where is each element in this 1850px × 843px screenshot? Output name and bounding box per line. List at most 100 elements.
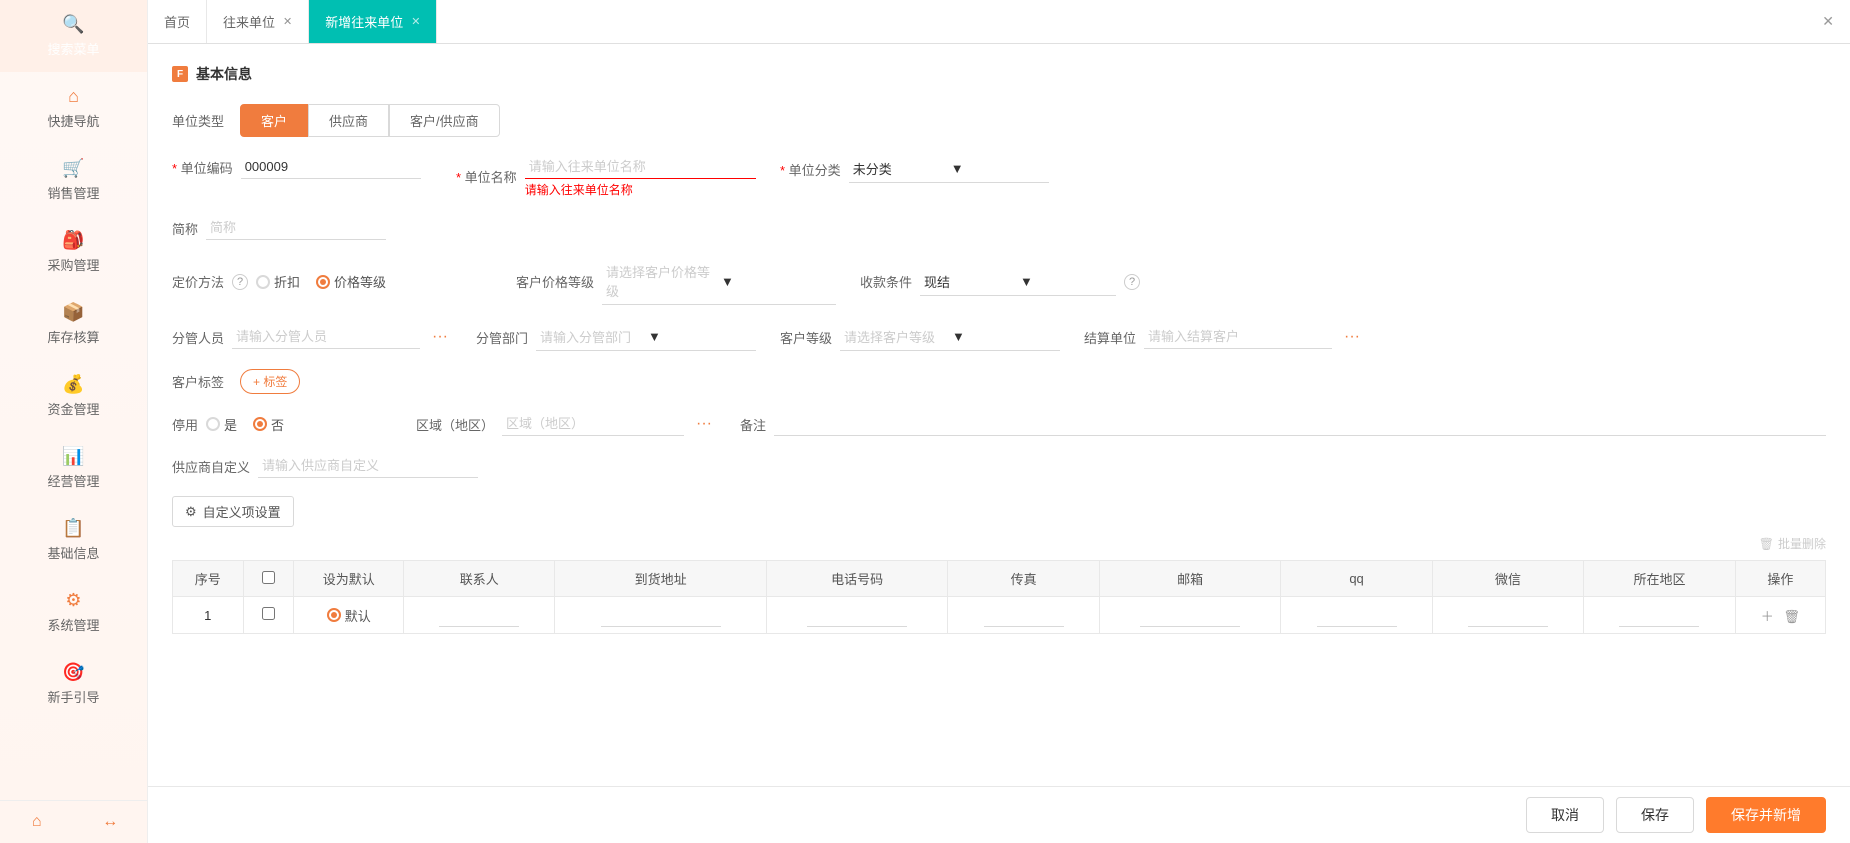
short-name-input[interactable] [206,216,386,240]
select-all-checkbox[interactable] [262,571,275,584]
contact-input[interactable] [439,603,519,627]
pricing-discount-radio[interactable]: 折扣 [256,272,300,291]
qq-input[interactable] [1317,603,1397,627]
col-qq: qq [1281,561,1432,597]
row-default-radio-circle [327,608,341,622]
region-more-icon[interactable]: ··· [692,415,716,433]
custom-settings-btn[interactable]: ⚙ 自定义项设置 [172,496,294,527]
supplier-custom-row: 供应商自定义 [172,454,1826,478]
tab-add-counterparty[interactable]: 新增往来单位 ✕ [309,0,437,43]
fax-input[interactable] [984,603,1064,627]
close-counterparty-icon[interactable]: ✕ [283,15,292,28]
disabled-no-label: 否 [271,415,284,434]
short-name-row: 简称 [172,216,1826,240]
save-new-button[interactable]: 保存并新增 [1706,797,1826,833]
base-info-icon: 📋 [62,518,84,539]
batch-delete-label[interactable]: 批量删除 [1778,535,1826,552]
settlement-input[interactable] [1144,325,1332,349]
save-button[interactable]: 保存 [1616,797,1694,833]
section-icon: F [172,66,188,82]
row-default-radio[interactable]: 默认 [304,606,393,625]
email-input[interactable] [1140,603,1240,627]
cancel-button[interactable]: 取消 [1526,797,1604,833]
payment-label: 收款条件 [860,272,912,291]
manager-input[interactable] [232,325,420,349]
unit-name-error: 请输入往来单位名称 [525,181,756,198]
disabled-no-radio[interactable]: 否 [253,415,284,434]
add-tag-button[interactable]: + 标签 [240,369,300,394]
unit-category-value: 未分类 [853,159,947,178]
row-default-cell: 默认 [294,597,404,634]
tab-counterparty-label: 往来单位 [223,12,275,31]
settlement-more-icon[interactable]: ··· [1340,328,1364,346]
tab-home-label: 首页 [164,12,190,31]
unit-type-customer-btn[interactable]: 客户 [240,104,308,137]
disabled-row: 停用 是 否 区域（地区） ··· [172,412,1826,436]
region-input[interactable] [502,412,684,436]
remark-input[interactable] [774,412,1826,436]
sidebar-item-guide[interactable]: 🎯 新手引导 [0,648,147,720]
manager-more-icon[interactable]: ··· [428,328,452,346]
home-nav-icon: ⌂ [68,86,79,107]
tag-label: 客户标签 [172,372,224,391]
department-select[interactable]: 请输入分管部门 ▼ [536,323,756,351]
row-region-input[interactable] [1619,603,1699,627]
unit-type-supplier-btn[interactable]: 供应商 [308,104,389,137]
section-title: 基本信息 [196,64,252,84]
sidebar-item-sales[interactable]: 🛒 销售管理 [0,144,147,216]
disabled-no-circle [253,417,267,431]
tab-counterparty[interactable]: 往来单位 ✕ [207,0,309,43]
unit-category-select[interactable]: 未分类 ▼ [849,155,1049,183]
tab-home[interactable]: 首页 [148,0,207,43]
disabled-yes-radio[interactable]: 是 [206,415,237,434]
sidebar-item-purchase[interactable]: 🎒 采购管理 [0,216,147,288]
main-area: 首页 往来单位 ✕ 新增往来单位 ✕ ✕ F 基本信息 单位类型 客户 供应商 … [148,0,1850,843]
customer-level-arrow-icon: ▼ [952,329,1056,344]
unit-code-input[interactable] [241,155,421,179]
tag-row: 客户标签 + 标签 [172,369,1826,394]
customer-price-select[interactable]: 请选择客户价格等级 ▼ [602,258,836,305]
supplier-custom-input[interactable] [258,454,478,478]
tab-close-all-btn[interactable]: ✕ [1806,0,1850,43]
unit-type-label: 单位类型 [172,111,224,130]
sidebar-item-quick-nav[interactable]: ⌂ 快捷导航 [0,72,147,144]
sidebar-item-label: 系统管理 [47,615,99,634]
delete-row-icon[interactable]: 🗑 [1783,609,1800,624]
payment-help-icon[interactable]: ? [1124,274,1140,290]
manager-label: 分管人员 [172,328,224,347]
unit-type-both-btn[interactable]: 客户/供应商 [389,104,500,137]
sidebar-item-base-info[interactable]: 📋 基础信息 [0,504,147,576]
sidebar-item-system[interactable]: ⚙ 系统管理 [0,576,147,648]
sidebar-item-label: 销售管理 [47,183,99,202]
pricing-row: 定价方法 ? 折扣 价格等级 客户价格等级 请选择客户价格等级 [172,258,1826,305]
customer-price-label: 客户价格等级 [516,272,594,291]
address-input[interactable] [601,603,721,627]
row-checkbox[interactable] [262,607,275,620]
sidebar-item-label: 采购管理 [47,255,99,274]
payment-select[interactable]: 现结 ▼ [920,268,1116,296]
pricing-help-icon[interactable]: ? [232,274,248,290]
customer-level-select[interactable]: 请选择客户等级 ▼ [840,323,1060,351]
guide-icon: 🎯 [62,662,84,683]
region-label: 区域（地区） [416,415,494,434]
finance-icon: 💰 [62,374,84,395]
row-region-cell [1584,597,1735,634]
sidebar-home-btn[interactable]: ⌂ [0,801,74,843]
sidebar-item-operations[interactable]: 📊 经营管理 [0,432,147,504]
wechat-input[interactable] [1468,603,1548,627]
customer-level-label: 客户等级 [780,328,832,347]
sidebar-item-inventory[interactable]: 📦 库存核算 [0,288,147,360]
manager-row: 分管人员 ··· 分管部门 请输入分管部门 ▼ 客户等级 请选择客户等级 ▼ [172,323,1826,351]
sidebar-item-finance[interactable]: 💰 资金管理 [0,360,147,432]
close-add-counterparty-icon[interactable]: ✕ [411,15,420,28]
tag-btn-label: + 标签 [253,373,287,390]
col-index: 序号 [173,561,244,597]
sidebar-item-label: 库存核算 [47,327,99,346]
sidebar-item-search[interactable]: 🔍 搜索菜单 [0,0,147,72]
unit-name-input[interactable] [525,155,756,179]
operations-icon: 📊 [62,446,84,467]
add-row-icon[interactable]: ＋ [1761,609,1774,624]
phone-input[interactable] [807,603,907,627]
sidebar-expand-btn[interactable]: ↔ [74,801,148,843]
pricing-grade-radio[interactable]: 价格等级 [316,272,386,291]
